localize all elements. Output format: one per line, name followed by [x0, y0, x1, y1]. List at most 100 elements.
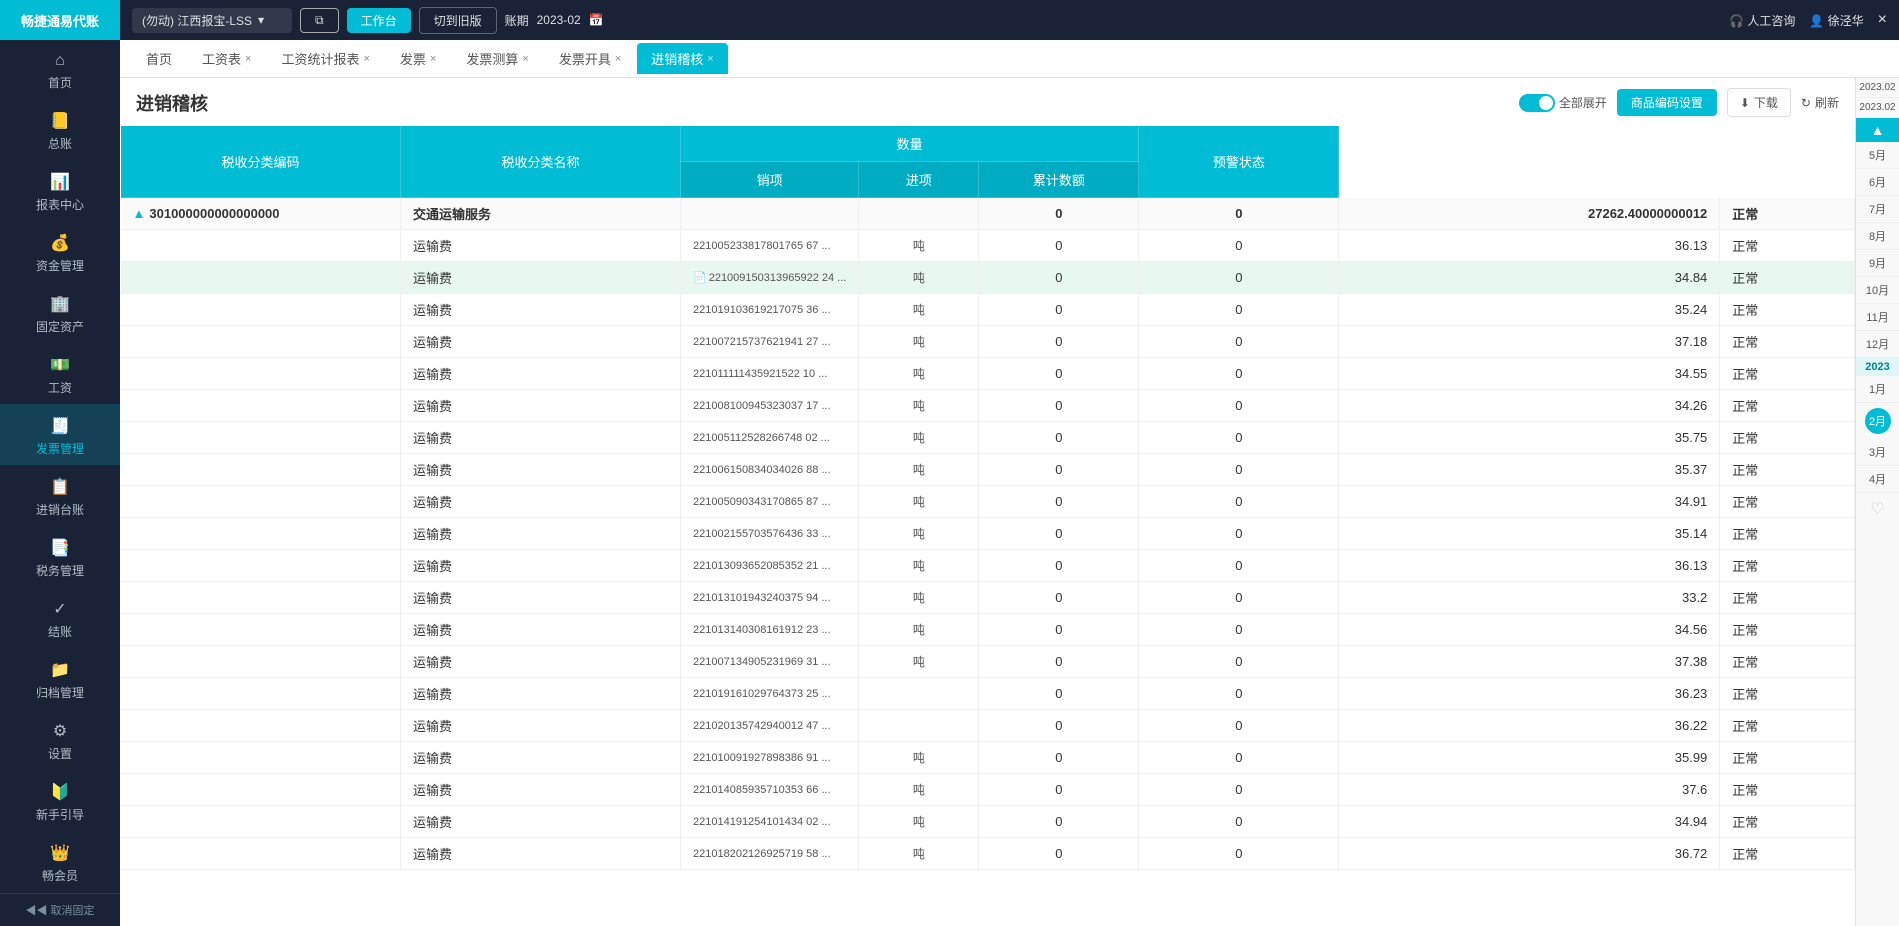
month-9[interactable]: 9月	[1856, 250, 1899, 277]
unpin-button[interactable]: ◀◀ 取消固定	[0, 893, 120, 926]
expand-toggle-group: 全部展开	[1519, 94, 1607, 112]
table-row[interactable]: 运输费221019103619217075 36 ...吨0035.24正常	[121, 294, 1855, 326]
invoice-id: 221013101943240375 94 ...	[693, 592, 831, 604]
cell-status: 正常	[1720, 582, 1855, 614]
tab-jxhc[interactable]: 进销稽核 ×	[637, 43, 727, 74]
support-button[interactable]: 🎧 人工咨询	[1729, 12, 1795, 29]
table-row[interactable]: 运输费221005112528266748 02 ...吨0035.75正常	[121, 422, 1855, 454]
sidebar-item-guide[interactable]: 🔰 新手引导	[0, 770, 120, 831]
table-row[interactable]: 运输费221013101943240375 94 ...吨0033.2正常	[121, 582, 1855, 614]
table-row[interactable]: 运输费221005090343170865 87 ...吨0034.91正常	[121, 486, 1855, 518]
month-11[interactable]: 11月	[1856, 304, 1899, 331]
refresh-button[interactable]: ↻ 刷新	[1801, 94, 1839, 111]
cell-name: 运输费	[401, 326, 681, 358]
table-row[interactable]: 运输费221011111435921522 10 ...吨0034.55正常	[121, 358, 1855, 390]
sidebar-item-tax[interactable]: 📑 税务管理	[0, 526, 120, 587]
month-2-active[interactable]: 2月	[1856, 403, 1899, 439]
cell-flag: 吨	[859, 518, 979, 550]
sidebar-item-settings[interactable]: ⚙ 设置	[0, 709, 120, 770]
sidebar-item-sales[interactable]: 📋 进销台账	[0, 465, 120, 526]
tab-jxhc-close[interactable]: ×	[707, 53, 713, 65]
download-button[interactable]: ⬇ 下载	[1727, 88, 1791, 117]
product-code-button[interactable]: 商品编码设置	[1617, 89, 1717, 116]
topbar: (勿动) 江西报宝-LSS ▾ ⧉ 工作台 切到旧版 账期 2023-02 📅 …	[120, 0, 1899, 40]
sidebar-item-home[interactable]: ⌂ 首页	[0, 40, 120, 99]
table-row[interactable]: 运输费221002155703576436 33 ...吨0035.14正常	[121, 518, 1855, 550]
table-row[interactable]: 运输费221010091927898386 91 ...吨0035.99正常	[121, 742, 1855, 774]
tab-salary-stat-label: 工资统计报表	[281, 49, 359, 68]
table-row[interactable]: 运输费221013140308161912 23 ...吨0034.56正常	[121, 614, 1855, 646]
copy-button[interactable]: ⧉	[300, 8, 339, 33]
table-row[interactable]: 运输费221005233817801765 67 ...吨0036.13正常	[121, 230, 1855, 262]
cell-invoice: 📄221009150313965922 24 ...	[681, 262, 859, 294]
sidebar-item-member[interactable]: 👑 畅会员	[0, 831, 120, 892]
table-row[interactable]: 运输费221008100945323037 17 ...吨0034.26正常	[121, 390, 1855, 422]
month-3[interactable]: 3月	[1856, 439, 1899, 466]
cell-cumulative: 35.37	[1339, 454, 1720, 486]
cell-purchase: 0	[1139, 742, 1339, 774]
month-8[interactable]: 8月	[1856, 223, 1899, 250]
table-row[interactable]: 运输费📄221009150313965922 24 ...吨0034.84正常	[121, 262, 1855, 294]
tab-invoice-open[interactable]: 发票开具 ×	[545, 43, 635, 74]
sidebar-item-label: 设置	[48, 745, 72, 762]
month-6[interactable]: 6月	[1856, 169, 1899, 196]
cell-status: 正常	[1720, 678, 1855, 710]
right-panel-year1: 2023.02	[1856, 78, 1899, 98]
tab-salary-stat-close[interactable]: ×	[363, 53, 369, 65]
scroll-up-button[interactable]: ▲	[1856, 118, 1899, 142]
table-row[interactable]: 运输费221019161029764373 25 ...0036.23正常	[121, 678, 1855, 710]
user-info[interactable]: 👤 徐泾华	[1809, 12, 1863, 29]
month-1[interactable]: 1月	[1856, 376, 1899, 403]
cell-sales: 0	[979, 678, 1139, 710]
month-10[interactable]: 10月	[1856, 277, 1899, 304]
table-row[interactable]: 运输费221006150834034026 88 ...吨0035.37正常	[121, 454, 1855, 486]
expand-toggle[interactable]	[1519, 94, 1555, 112]
cell-cumulative: 34.91	[1339, 486, 1720, 518]
sidebar-item-archive[interactable]: 📁 归档管理	[0, 648, 120, 709]
invoice-id: 221006150834034026 88 ...	[693, 464, 831, 476]
month-12[interactable]: 12月	[1856, 331, 1899, 358]
sidebar-item-settle[interactable]: ✓ 结账	[0, 587, 120, 648]
table-row[interactable]: 运输费221007134905231969 31 ...吨0037.38正常	[121, 646, 1855, 678]
tab-salary-table[interactable]: 工资表 ×	[188, 43, 265, 74]
calendar-icon[interactable]: 📅	[589, 13, 604, 27]
table-row[interactable]: 运输费221014191254101434 02 ...吨0034.94正常	[121, 806, 1855, 838]
tab-invoice-calc-close[interactable]: ×	[522, 53, 528, 65]
cell-cumulative: 35.24	[1339, 294, 1720, 326]
expand-icon[interactable]: ▲	[133, 206, 146, 221]
month-4[interactable]: 4月	[1856, 466, 1899, 493]
sidebar-item-invoice[interactable]: 🧾 发票管理	[0, 404, 120, 465]
cell-sales: 0	[979, 646, 1139, 678]
month-7[interactable]: 7月	[1856, 196, 1899, 223]
workspace-button[interactable]: 工作台	[347, 8, 411, 33]
tab-invoice-open-close[interactable]: ×	[615, 53, 621, 65]
sidebar-item-assets[interactable]: 🏢 固定资产	[0, 282, 120, 343]
sidebar-item-capital[interactable]: 💰 资金管理	[0, 221, 120, 282]
table-row[interactable]: 运输费221013093652085352 21 ...吨0036.13正常	[121, 550, 1855, 582]
cell-sales: 0	[979, 230, 1139, 262]
sidebar-item-ledger[interactable]: 📒 总账	[0, 99, 120, 160]
sidebar-item-label: 结账	[48, 623, 72, 640]
switch-version-button[interactable]: 切到旧版	[419, 7, 497, 34]
cell-invoice: 221006150834034026 88 ...	[681, 454, 859, 486]
tab-home[interactable]: 首页	[132, 43, 186, 74]
table-row[interactable]: 运输费221007215737621941 27 ...吨0037.18正常	[121, 326, 1855, 358]
table-row[interactable]: 运输费221020135742940012 47 ...0036.22正常	[121, 710, 1855, 742]
cell-cumulative: 37.6	[1339, 774, 1720, 806]
table-row[interactable]: ▲301000000000000000交通运输服务0027262.4000000…	[121, 198, 1855, 230]
cell-invoice: 221011111435921522 10 ...	[681, 358, 859, 390]
close-button[interactable]: ×	[1878, 11, 1887, 29]
company-selector[interactable]: (勿动) 江西报宝-LSS ▾	[132, 8, 292, 33]
tab-invoice-calc[interactable]: 发票测算 ×	[452, 43, 542, 74]
sidebar-item-salary[interactable]: 💵 工资	[0, 343, 120, 404]
table-row[interactable]: 运输费221014085935710353 66 ...吨0037.6正常	[121, 774, 1855, 806]
cell-flag: 吨	[859, 486, 979, 518]
sidebar-item-report[interactable]: 📊 报表中心	[0, 160, 120, 221]
table-row[interactable]: 运输费221018202126925719 58 ...吨0036.72正常	[121, 838, 1855, 870]
tab-invoice-close[interactable]: ×	[430, 53, 436, 65]
tab-invoice[interactable]: 发票 ×	[386, 43, 450, 74]
month-5[interactable]: 5月	[1856, 142, 1899, 169]
tab-salary-stat[interactable]: 工资统计报表 ×	[267, 43, 383, 74]
active-month-circle[interactable]: 2月	[1865, 408, 1891, 434]
tab-salary-table-close[interactable]: ×	[245, 53, 251, 65]
